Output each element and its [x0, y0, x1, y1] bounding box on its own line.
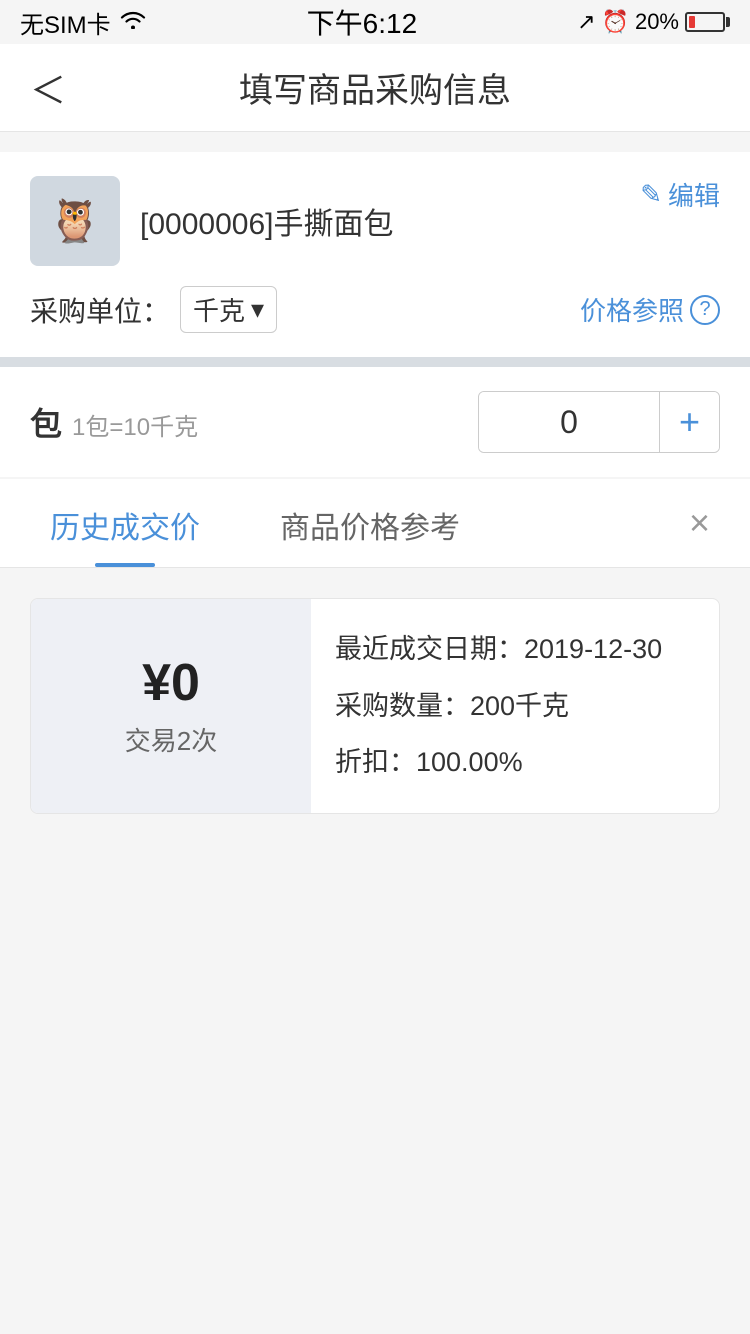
- unit-select[interactable]: 千克 ▾: [180, 286, 277, 333]
- tab-product-price-ref[interactable]: 商品价格参考: [260, 479, 480, 567]
- status-time: 下午6:12: [307, 2, 418, 42]
- transaction-card: ¥0 交易2次 最近成交日期：2019-12-30 采购数量：200千克 折扣：…: [30, 598, 720, 814]
- quantity-conversion: 1包=10千克: [72, 407, 198, 442]
- recent-date-label: 最近成交日期：: [335, 634, 524, 664]
- currency-symbol: ¥: [142, 654, 171, 712]
- alarm-icon: ⏰: [602, 9, 629, 35]
- purchase-qty-row: 采购数量：200千克: [335, 686, 695, 727]
- back-button[interactable]: ＜: [20, 52, 76, 124]
- unit-value: 千克: [193, 291, 245, 328]
- tab-history-price[interactable]: 历史成交价: [30, 479, 220, 567]
- recent-date-value: 2019-12-30: [524, 634, 662, 664]
- price-ref-help-icon: ?: [690, 295, 720, 325]
- product-image: 🦉: [49, 197, 101, 246]
- price-amount: 0: [171, 654, 200, 712]
- status-left: 无SIM卡: [20, 5, 147, 40]
- transaction-count: 交易2次: [125, 721, 217, 758]
- battery-icon: [685, 12, 730, 32]
- purchase-qty-value: 200千克: [470, 691, 569, 721]
- section-divider: [0, 357, 750, 367]
- product-thumbnail: 🦉: [30, 176, 120, 266]
- product-card: 🦉 [0000006]手撕面包 ✎ 编辑 采购单位： 千克 ▾ 价格参照 ?: [0, 152, 750, 357]
- status-right: ↗ ⏰ 20%: [577, 9, 730, 35]
- status-bar: 无SIM卡 下午6:12 ↗ ⏰ 20%: [0, 0, 750, 44]
- battery-percent: 20%: [635, 9, 679, 35]
- price-ref-label: 价格参照: [580, 291, 684, 328]
- card-price-section: ¥0 交易2次: [31, 599, 311, 813]
- quantity-unit: 包: [30, 399, 62, 445]
- unit-row: 采购单位： 千克 ▾: [30, 286, 277, 333]
- edit-icon: ✎: [640, 179, 662, 210]
- quantity-increment-button[interactable]: +: [659, 392, 719, 452]
- quantity-row: 包 1包=10千克 +: [0, 367, 750, 477]
- page-title: 填写商品采购信息: [239, 63, 511, 112]
- discount-label: 折扣：: [335, 747, 416, 777]
- price-ref-button[interactable]: 价格参照 ?: [580, 291, 720, 328]
- quantity-input[interactable]: [479, 392, 659, 452]
- card-detail-section: 最近成交日期：2019-12-30 采购数量：200千克 折扣：100.00%: [311, 599, 719, 813]
- tab-header: 历史成交价 商品价格参考 ×: [0, 479, 750, 568]
- recent-date-row: 最近成交日期：2019-12-30: [335, 629, 695, 670]
- tab-section: 历史成交价 商品价格参考 × ¥0 交易2次 最近成交日期：2019-12-30…: [0, 479, 750, 868]
- discount-value: 100.00%: [416, 747, 523, 777]
- unit-label: 采购单位：: [30, 290, 170, 330]
- edit-label: 编辑: [668, 176, 720, 213]
- wifi-icon: [119, 8, 147, 36]
- tab-content: ¥0 交易2次 最近成交日期：2019-12-30 采购数量：200千克 折扣：…: [0, 568, 750, 868]
- product-name: [0000006]手撕面包: [140, 199, 393, 243]
- transaction-price: ¥0: [142, 653, 200, 713]
- edit-button[interactable]: ✎ 编辑: [640, 176, 720, 213]
- no-sim-text: 无SIM卡: [20, 5, 111, 40]
- discount-row: 折扣：100.00%: [335, 742, 695, 783]
- nav-header: ＜ 填写商品采购信息: [0, 44, 750, 132]
- purchase-qty-label: 采购数量：: [335, 691, 470, 721]
- quantity-label: 包 1包=10千克: [30, 399, 198, 445]
- quantity-input-group: +: [478, 391, 720, 453]
- tab-close-button[interactable]: ×: [679, 492, 720, 554]
- chevron-down-icon: ▾: [251, 294, 264, 325]
- location-icon: ↗: [577, 9, 595, 35]
